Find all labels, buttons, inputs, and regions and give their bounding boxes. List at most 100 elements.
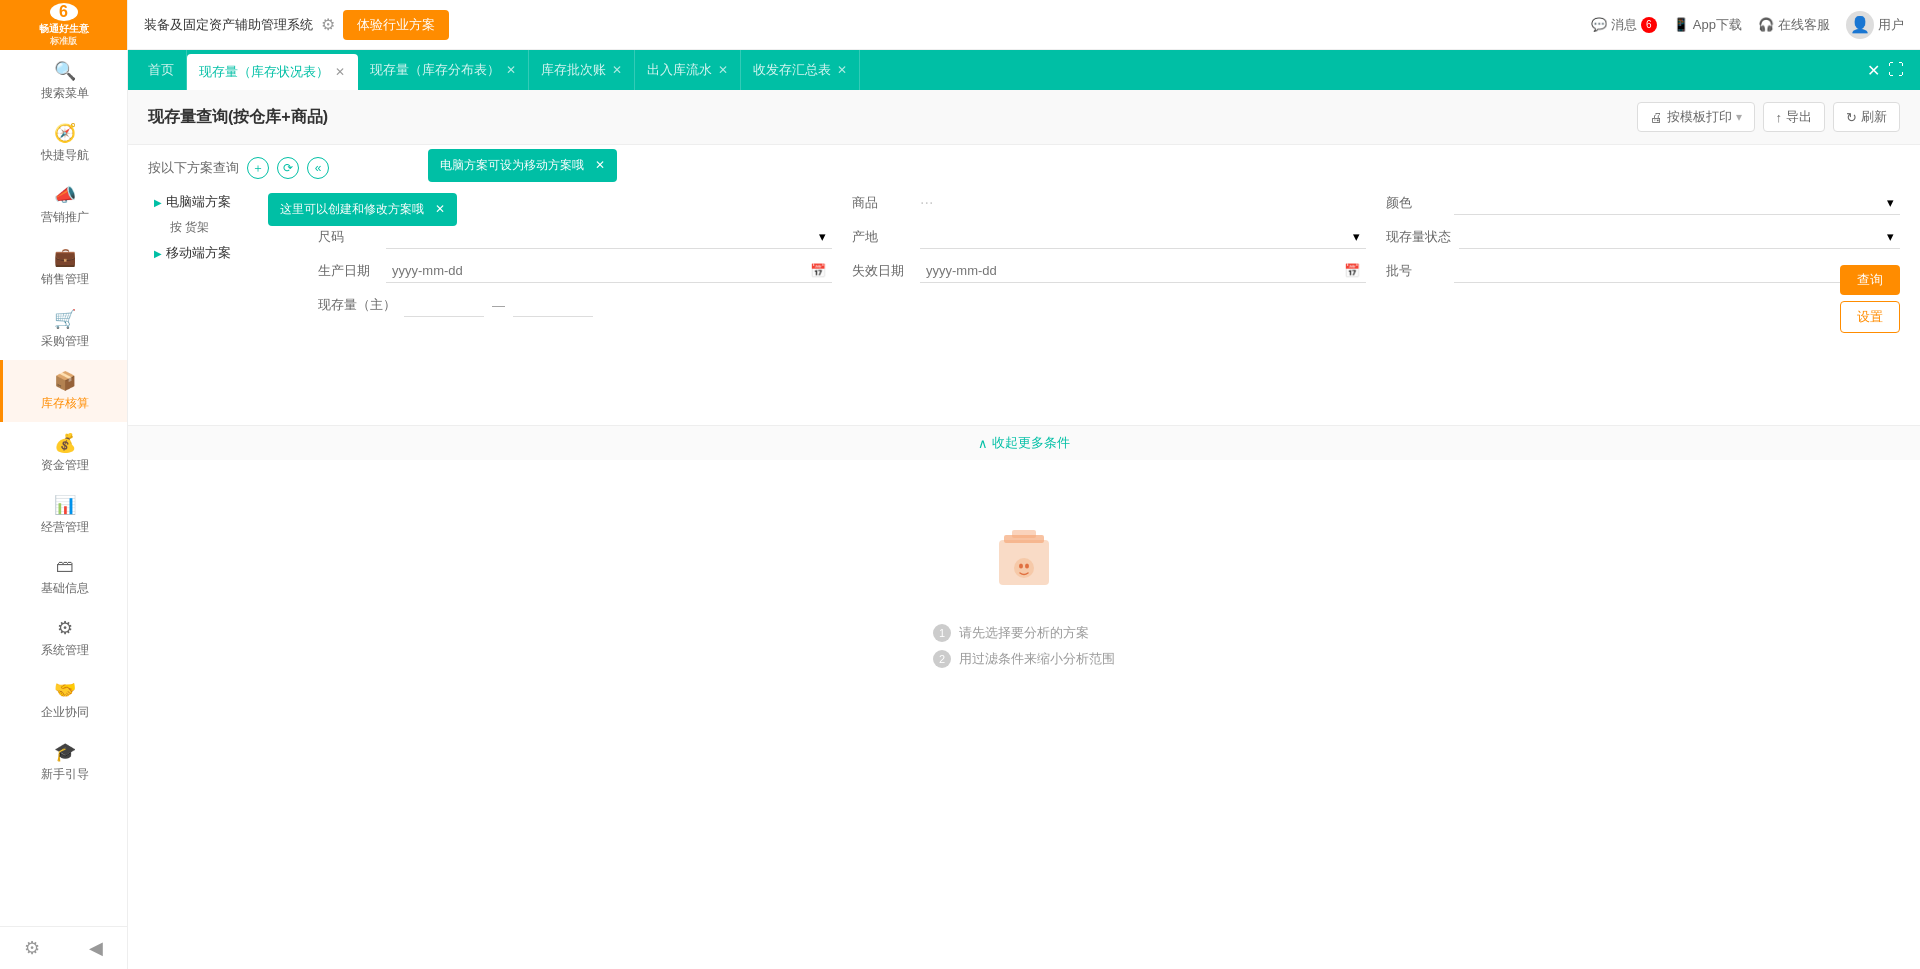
tab-flow[interactable]: 出入库流水 ✕ [635,50,741,90]
tab-close-all-icon[interactable]: ✕ [1867,61,1880,80]
user-label: 用户 [1878,16,1904,34]
app-logo: 6 畅通好生意 标准版 [0,0,127,50]
product-dots[interactable]: ··· [920,194,933,212]
tab-summary-close[interactable]: ✕ [837,63,847,77]
reset-btn[interactable]: 设置 [1840,301,1900,333]
finance-icon: 💰 [54,432,76,454]
color-select[interactable]: ▾ [1454,191,1900,215]
sidebar-item-marketing[interactable]: 📣 营销推广 [0,174,127,236]
stock-status-select[interactable]: ▾ [1459,225,1900,249]
tab-inventory-dist[interactable]: 现存量（库存分布表） ✕ [358,50,529,90]
svg-point-4 [1019,564,1023,569]
scheme-mobile-header[interactable]: ▶ 移动端方案 [148,240,303,266]
stock-main-label: 现存量（主） [318,296,396,314]
sidebar-label-sales: 销售管理 [41,271,89,288]
operations-icon: 📊 [54,494,76,516]
filter-stock-status: 现存量状态 ▾ [1386,225,1900,249]
industry-btn[interactable]: 体验行业方案 [343,10,449,40]
sidebar-item-sales[interactable]: 💼 销售管理 [0,236,127,298]
stock-main-min[interactable] [404,293,484,317]
online-service-label: 在线客服 [1778,16,1830,34]
stock-main-max[interactable] [513,293,593,317]
sidebar-label-basic: 基础信息 [41,580,89,597]
sidebar-item-finance[interactable]: 💰 资金管理 [0,422,127,484]
step1-text: 请先选择要分析的方案 [959,620,1089,646]
scheme-shelf-label: 按 货架 [170,219,209,236]
app-name: 畅通好生意 [39,23,89,35]
export-btn[interactable]: ↑ 导出 [1763,102,1826,132]
sidebar-item-system[interactable]: ⚙ 系统管理 [0,607,127,669]
basic-icon: 🗃 [56,556,74,577]
main-content: 装备及固定资产辅助管理系统 ⚙ 体验行业方案 💬 消息 6 📱 App下载 🎧 … [128,0,1920,969]
tab-inventory-status[interactable]: 现存量（库存状况表） ✕ [187,54,358,90]
color-dropdown-icon: ▾ [1887,195,1894,210]
print-btn[interactable]: 🖨 按模板打印 ▾ [1637,102,1755,132]
logo-icon: 6 [50,3,78,21]
add-scheme-btn[interactable]: ＋ [247,157,269,179]
prod-date-input[interactable]: 📅 [386,259,832,283]
collapse-bar[interactable]: ∧ 收起更多条件 [128,425,1920,460]
empty-state: 1 请先选择要分析的方案 2 用过滤条件来缩小分析范围 [128,460,1920,732]
search-buttons: 查询 设置 [1840,265,1900,333]
app-download-btn[interactable]: 📱 App下载 [1673,16,1742,34]
tab-batch-close[interactable]: ✕ [612,63,622,77]
sidebar-item-search[interactable]: 🔍 搜索菜单 [0,50,127,112]
refresh-btn[interactable]: ↻ 刷新 [1833,102,1900,132]
collapse-label: 收起更多条件 [992,434,1070,452]
expire-date-field[interactable] [926,263,1340,278]
prev-scheme-btn[interactable]: « [307,157,329,179]
expire-date-input[interactable]: 📅 [920,259,1366,283]
tab-summary[interactable]: 收发存汇总表 ✕ [741,50,860,90]
sidebar-item-inventory[interactable]: 📦 库存核算 [0,360,127,422]
page-title: 现存量查询(按仓库+商品) [148,107,328,128]
sidebar-item-nav[interactable]: 🧭 快捷导航 [0,112,127,174]
app-sub: 标准版 [50,35,77,48]
message-icon: 💬 [1591,17,1607,32]
expire-date-label: 失效日期 [852,262,912,280]
tab-summary-label: 收发存汇总表 [753,61,831,79]
collapse-sidebar-icon[interactable]: ◀ [89,937,103,959]
prod-date-calendar-icon: 📅 [810,263,826,278]
user-btn[interactable]: 👤 用户 [1846,11,1904,39]
sidebar-item-guide[interactable]: 🎓 新手引导 [0,731,127,793]
settings-bottom-icon[interactable]: ⚙ [24,937,40,959]
tab-inventory-status-close[interactable]: ✕ [335,65,345,79]
tab-home-label: 首页 [148,61,174,79]
filter-prod-date: 生产日期 📅 [318,259,832,283]
svg-rect-2 [1012,530,1036,538]
sidebar-item-operations[interactable]: 📊 经营管理 [0,484,127,546]
tab-inventory-dist-close[interactable]: ✕ [506,63,516,77]
message-label: 消息 [1611,16,1637,34]
online-service-btn[interactable]: 🎧 在线客服 [1758,16,1830,34]
tooltip2-close[interactable]: ✕ [435,202,445,216]
sidebar-item-basic[interactable]: 🗃 基础信息 [0,546,127,607]
sidebar-item-enterprise[interactable]: 🤝 企业协同 [0,669,127,731]
filter-color: 颜色 ▾ [1386,191,1900,215]
tab-flow-close[interactable]: ✕ [718,63,728,77]
tab-expand-icon[interactable]: ⛶ [1888,61,1904,80]
sidebar-item-purchase[interactable]: 🛒 采购管理 [0,298,127,360]
collapse-arrow-icon: ∧ [978,436,988,451]
edit-scheme-btn[interactable]: ⟳ [277,157,299,179]
tab-batch[interactable]: 库存批次账 ✕ [529,50,635,90]
export-label: 导出 [1786,108,1812,126]
tabs-actions: ✕ ⛶ [1859,61,1912,80]
tab-home[interactable]: 首页 [136,50,187,90]
content-actions: 🖨 按模板打印 ▾ ↑ 导出 ↻ 刷新 [1637,102,1901,132]
message-btn[interactable]: 💬 消息 6 [1591,16,1657,34]
sidebar-label-operations: 经营管理 [41,519,89,536]
origin-select[interactable]: ▾ [920,225,1366,249]
tab-batch-label: 库存批次账 [541,61,606,79]
filter-stock-main: 现存量（主） — [318,293,832,317]
inventory-icon: 📦 [54,370,76,392]
empty-step2: 2 用过滤条件来缩小分析范围 [933,646,1115,672]
tooltip2-text: 这里可以创建和修改方案哦 [280,202,424,216]
tooltip1-close[interactable]: ✕ [595,158,605,172]
batch-input[interactable] [1454,259,1900,283]
prod-date-field[interactable] [392,263,806,278]
enterprise-icon: 🤝 [54,679,76,701]
topbar-settings-icon[interactable]: ⚙ [321,15,335,34]
search-btn[interactable]: 查询 [1840,265,1900,295]
size-select[interactable]: ▾ [386,225,832,249]
filter-product: 商品 ··· [852,191,1366,215]
